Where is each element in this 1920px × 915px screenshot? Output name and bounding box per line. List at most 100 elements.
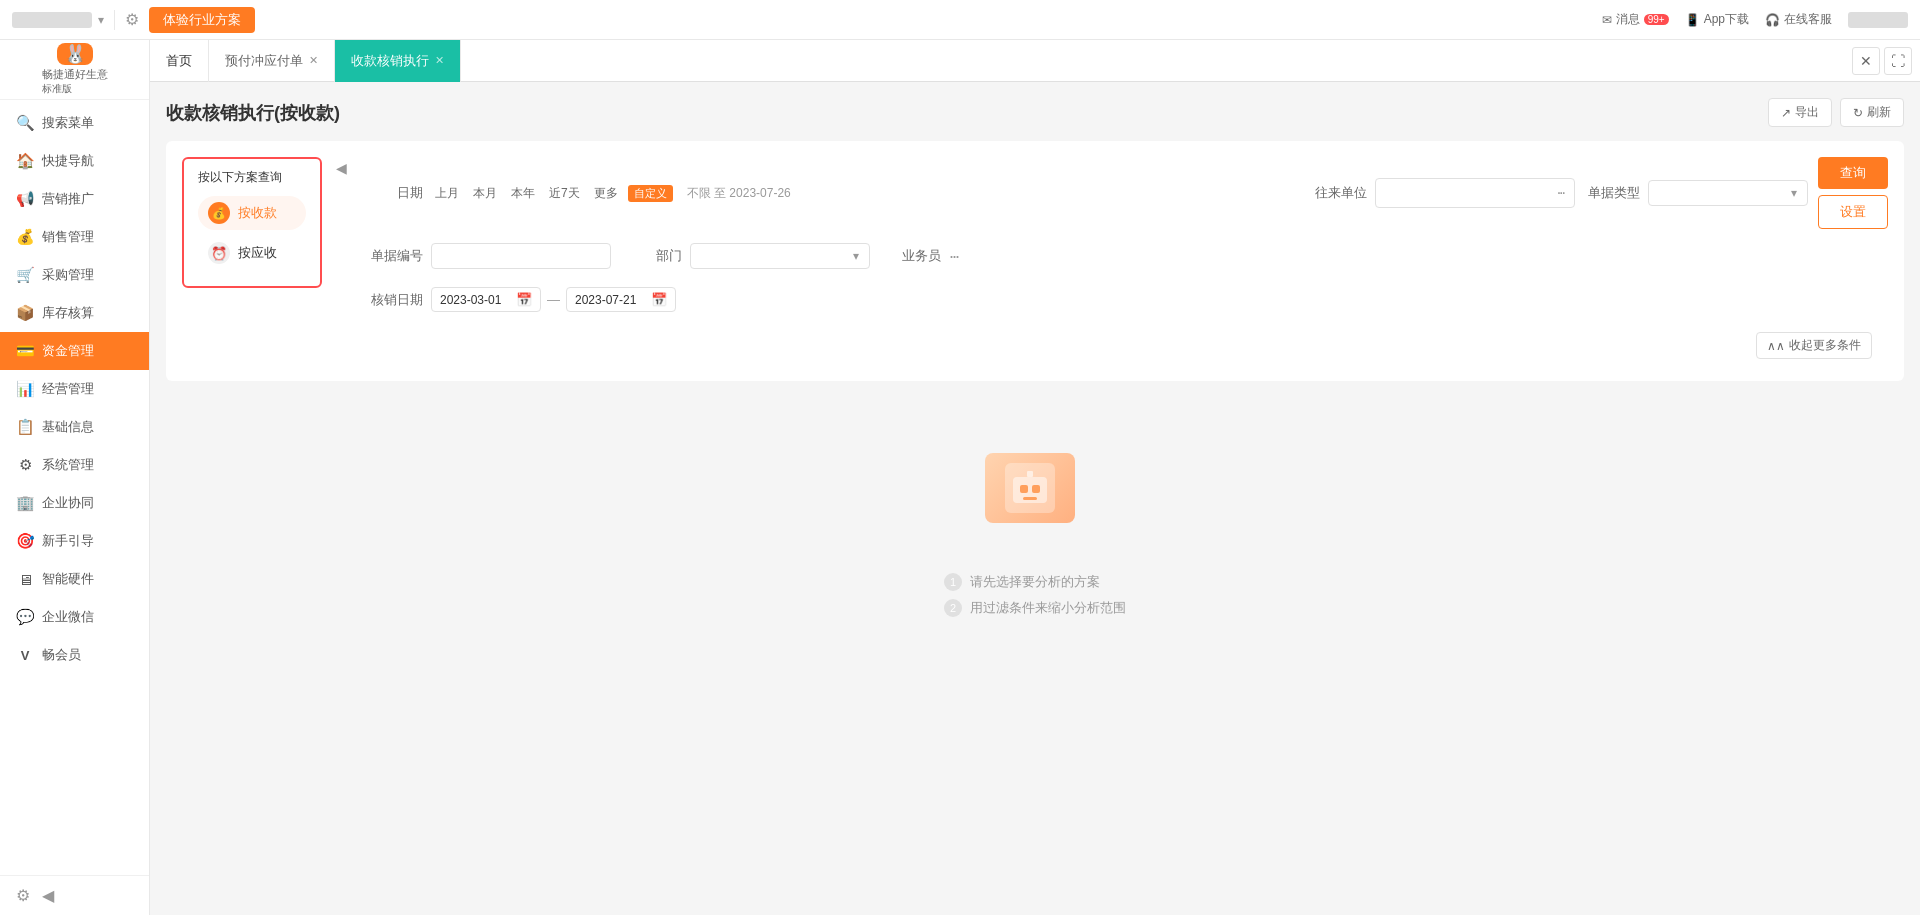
- doc-type-select[interactable]: ▾: [1648, 180, 1808, 206]
- guide-icon: 🎯: [16, 532, 34, 550]
- verify-start-label: 2023-03-01: [440, 293, 501, 307]
- svg-rect-3: [1023, 497, 1037, 500]
- btn-more-dates[interactable]: 更多: [590, 183, 622, 204]
- tab-close-all-button[interactable]: ✕: [1852, 47, 1880, 75]
- megaphone-icon: 📢: [16, 190, 34, 208]
- vip-icon: V: [16, 648, 34, 663]
- sidebar-item-label: 快捷导航: [42, 152, 94, 170]
- sidebar-item-vip[interactable]: V 畅会员: [0, 636, 149, 674]
- sidebar-item-finance[interactable]: 💳 资金管理: [0, 332, 149, 370]
- sidebar-item-label: 销售管理: [42, 228, 94, 246]
- sidebar-item-quicknav[interactable]: 🏠 快捷导航: [0, 142, 149, 180]
- tab-home[interactable]: 首页: [150, 40, 209, 82]
- sidebar-item-search[interactable]: 🔍 搜索菜单: [0, 104, 149, 142]
- sidebar-item-marketing[interactable]: 📢 营销推广: [0, 180, 149, 218]
- query-option-by-receivable[interactable]: ⏰ 按应收: [198, 236, 306, 270]
- sidebar-collapse-icon[interactable]: ◀: [42, 886, 54, 905]
- panel-toggle-button[interactable]: ◀: [330, 157, 352, 179]
- dept-label: 部门: [627, 247, 682, 265]
- doc-type-field: 单据类型 ▾: [1585, 180, 1808, 206]
- online-service-button[interactable]: 🎧 在线客服: [1765, 11, 1832, 28]
- sidebar-item-purchase[interactable]: 🛒 采购管理: [0, 256, 149, 294]
- wechat-icon: 💬: [16, 608, 34, 626]
- vendor-dots-icon: ···: [1557, 184, 1564, 202]
- vendor-select[interactable]: ···: [1375, 178, 1575, 208]
- staff-field: 业务员 ···: [886, 246, 958, 267]
- svg-rect-4: [1027, 471, 1033, 477]
- export-button[interactable]: ↗ 导出: [1768, 98, 1832, 127]
- svg-rect-2: [1032, 485, 1040, 493]
- user-name-blurred: [1848, 12, 1908, 28]
- sidebar-item-label: 企业协同: [42, 494, 94, 512]
- message-icon: ✉: [1602, 13, 1612, 27]
- sidebar-item-basics[interactable]: 📋 基础信息: [0, 408, 149, 446]
- btn-last-month[interactable]: 上月: [431, 183, 463, 204]
- doc-no-input[interactable]: [431, 243, 611, 269]
- solution-button[interactable]: 体验行业方案: [149, 7, 255, 33]
- tab-prepay[interactable]: 预付冲应付单 ✕: [209, 40, 335, 82]
- sidebar-item-inventory[interactable]: 📦 库存核算: [0, 294, 149, 332]
- vendor-label: 往来单位: [1312, 184, 1367, 202]
- export-label: 导出: [1795, 104, 1819, 121]
- tab-expand-button[interactable]: ⛶: [1884, 47, 1912, 75]
- dept-select[interactable]: ▾: [690, 243, 870, 269]
- query-options-panel: 按以下方案查询 💰 按收款 ⏰ 按应收: [182, 157, 322, 288]
- sidebar-item-sales[interactable]: 💰 销售管理: [0, 218, 149, 256]
- tab-receivable-label: 收款核销执行: [351, 52, 429, 70]
- card-icon: 💳: [16, 342, 34, 360]
- collapse-label: 收起更多条件: [1789, 337, 1861, 354]
- verify-end-date[interactable]: 2023-07-21 📅: [566, 287, 676, 312]
- empty-box: [985, 453, 1075, 523]
- tab-bar-actions: ✕ ⛶: [1852, 47, 1920, 75]
- sidebar-item-system[interactable]: ⚙ 系统管理: [0, 446, 149, 484]
- sidebar-nav: 🔍 搜索菜单 🏠 快捷导航 📢 营销推广 💰 销售管理 🛒 采购管理 📦: [0, 100, 149, 875]
- message-label: 消息: [1616, 11, 1640, 28]
- sidebar-item-newbie[interactable]: 🎯 新手引导: [0, 522, 149, 560]
- sidebar-item-wechat[interactable]: 💬 企业微信: [0, 598, 149, 636]
- staff-label: 业务员: [886, 247, 941, 265]
- dept-field: 部门 ▾: [627, 243, 870, 269]
- date-custom-badge[interactable]: 自定义: [628, 185, 673, 202]
- main-layout: 🐰 畅捷通好生意 标准版 🔍 搜索菜单 🏠 快捷导航 📢 营销推广 💰 销售管理: [0, 40, 1920, 915]
- content-area: 首页 预付冲应付单 ✕ 收款核销执行 ✕ ✕ ⛶ 收款核销执行(按收款): [150, 40, 1920, 915]
- collapse-button[interactable]: ∧∧ 收起更多条件: [1756, 332, 1872, 359]
- cart-icon: 🛒: [16, 266, 34, 284]
- refresh-button[interactable]: ↻ 刷新: [1840, 98, 1904, 127]
- sidebar-settings-icon[interactable]: ⚙: [16, 886, 30, 905]
- tab-prepay-close[interactable]: ✕: [309, 54, 318, 67]
- gear-icon[interactable]: ⚙: [125, 10, 139, 29]
- sidebar-item-enterprise[interactable]: 🏢 企业协同: [0, 484, 149, 522]
- btn-this-year[interactable]: 本年: [507, 183, 539, 204]
- empty-hints: 1 请先选择要分析的方案 2 用过滤条件来缩小分析范围: [944, 573, 1126, 617]
- dropdown-chevron-icon[interactable]: ▾: [98, 13, 104, 27]
- tab-prepay-label: 预付冲应付单: [225, 52, 303, 70]
- date-label: 日期: [368, 184, 423, 202]
- top-bar: ▾ ⚙ 体验行业方案 ✉ 消息 99+ 📱 App下载 🎧 在线客服: [0, 0, 1920, 40]
- online-service-label: 在线客服: [1784, 11, 1832, 28]
- sidebar-item-label: 采购管理: [42, 266, 94, 284]
- app-download-label: App下载: [1704, 11, 1749, 28]
- doc-no-label: 单据编号: [368, 247, 423, 265]
- page-title: 收款核销执行(按收款): [166, 101, 340, 125]
- sidebar-item-hardware[interactable]: 🖥 智能硬件: [0, 560, 149, 598]
- time-icon: ⏰: [208, 242, 230, 264]
- date-quick-buttons: 上月 本月 本年 近7天 更多 自定义: [431, 183, 673, 204]
- message-button[interactable]: ✉ 消息 99+: [1602, 11, 1669, 28]
- date-no-limit: 不限 至 2023-07-26: [687, 185, 791, 202]
- sidebar-item-operation[interactable]: 📊 经营管理: [0, 370, 149, 408]
- empty-hint-1-text: 请先选择要分析的方案: [970, 573, 1100, 591]
- page-content: 收款核销执行(按收款) ↗ 导出 ↻ 刷新 按以下方: [150, 82, 1920, 915]
- query-button[interactable]: 查询: [1818, 157, 1888, 189]
- app-download-button[interactable]: 📱 App下载: [1685, 11, 1749, 28]
- verify-start-date[interactable]: 2023-03-01 📅: [431, 287, 541, 312]
- empty-hint-2-text: 用过滤条件来缩小分析范围: [970, 599, 1126, 617]
- setting-button[interactable]: 设置: [1818, 195, 1888, 229]
- query-option-by-receipt[interactable]: 💰 按收款: [198, 196, 306, 230]
- dept-chevron-icon: ▾: [853, 249, 859, 263]
- tab-receivable-close[interactable]: ✕: [435, 54, 444, 67]
- tab-receivable[interactable]: 收款核销执行 ✕: [335, 40, 461, 82]
- btn-this-month[interactable]: 本月: [469, 183, 501, 204]
- btn-last-7-days[interactable]: 近7天: [545, 183, 584, 204]
- top-bar-right: ✉ 消息 99+ 📱 App下载 🎧 在线客服: [1602, 11, 1908, 28]
- query-panel: 按以下方案查询 💰 按收款 ⏰ 按应收 ◀: [166, 141, 1904, 381]
